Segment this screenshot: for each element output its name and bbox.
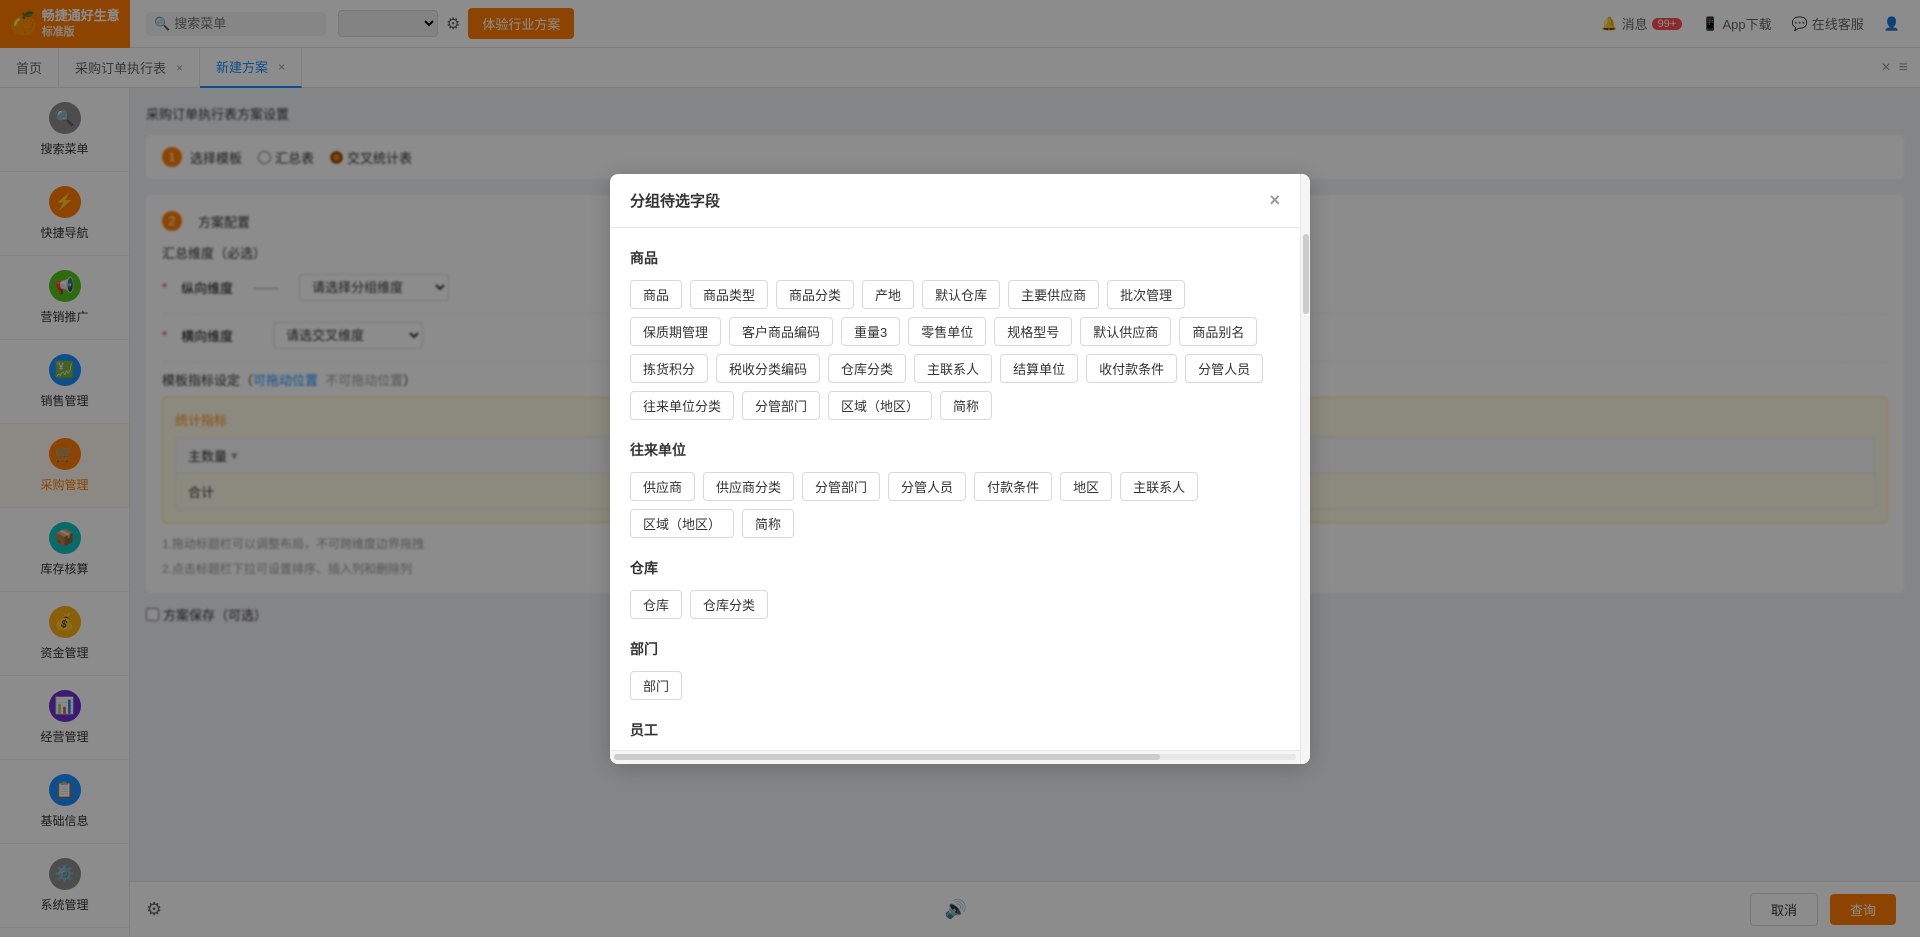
scrollbar-thumb-v — [1303, 234, 1309, 314]
modal: 分组待选字段 × 商品 商品 商品类型 商品分类 产地 默认仓库 主要供应商 批… — [610, 174, 1310, 764]
field-tag[interactable]: 保质期管理 — [630, 317, 721, 346]
dept-fields: 部门 — [630, 671, 1280, 700]
field-tag[interactable]: 客户商品编码 — [729, 317, 833, 346]
field-tag[interactable]: 商品分类 — [776, 280, 854, 309]
warehouse-fields: 仓库 仓库分类 — [630, 590, 1280, 619]
field-tag[interactable]: 主联系人 — [1120, 472, 1198, 501]
field-tag[interactable]: 拣货积分 — [630, 354, 708, 383]
section-title-dept: 部门 — [630, 639, 1280, 659]
scrollbar-thumb-h — [614, 754, 1160, 760]
field-tag[interactable]: 分管人员 — [1185, 354, 1263, 383]
field-tag[interactable]: 区域（地区） — [630, 509, 734, 538]
field-tag[interactable]: 主联系人 — [914, 354, 992, 383]
section-title-warehouse: 仓库 — [630, 558, 1280, 578]
field-tag[interactable]: 分管人员 — [888, 472, 966, 501]
modal-header: 分组待选字段 × — [610, 174, 1300, 228]
field-tag[interactable]: 部门 — [630, 671, 682, 700]
modal-h-scrollbar[interactable] — [610, 750, 1300, 764]
section-title-partners: 往来单位 — [630, 440, 1280, 460]
field-tag[interactable]: 批次管理 — [1107, 280, 1185, 309]
field-tag[interactable]: 零售单位 — [908, 317, 986, 346]
field-tag[interactable]: 仓库 — [630, 590, 682, 619]
field-tag[interactable]: 结算单位 — [1000, 354, 1078, 383]
field-tag[interactable]: 商品 — [630, 280, 682, 309]
field-tag[interactable]: 供应商分类 — [703, 472, 794, 501]
goods-fields: 商品 商品类型 商品分类 产地 默认仓库 主要供应商 批次管理 保质期管理 客户… — [630, 280, 1280, 420]
field-tag[interactable]: 付款条件 — [974, 472, 1052, 501]
modal-title: 分组待选字段 — [630, 190, 720, 211]
field-tag[interactable]: 产地 — [862, 280, 914, 309]
modal-overlay: 分组待选字段 × 商品 商品 商品类型 商品分类 产地 默认仓库 主要供应商 批… — [0, 0, 1920, 937]
modal-body: 商品 商品 商品类型 商品分类 产地 默认仓库 主要供应商 批次管理 保质期管理… — [610, 228, 1300, 750]
field-tag[interactable]: 分管部门 — [742, 391, 820, 420]
modal-close-button[interactable]: × — [1269, 191, 1280, 209]
modal-v-scrollbar[interactable] — [1300, 174, 1310, 764]
field-tag[interactable]: 简称 — [940, 391, 992, 420]
field-tag[interactable]: 收付款条件 — [1086, 354, 1177, 383]
field-tag[interactable]: 规格型号 — [994, 317, 1072, 346]
partners-fields: 供应商 供应商分类 分管部门 分管人员 付款条件 地区 主联系人 区域（地区） … — [630, 472, 1280, 538]
field-tag[interactable]: 区域（地区） — [828, 391, 932, 420]
field-tag[interactable]: 分管部门 — [802, 472, 880, 501]
section-title-employee: 员工 — [630, 720, 1280, 740]
field-tag[interactable]: 简称 — [742, 509, 794, 538]
field-tag[interactable]: 供应商 — [630, 472, 695, 501]
field-tag[interactable]: 默认仓库 — [922, 280, 1000, 309]
field-tag[interactable]: 税收分类编码 — [716, 354, 820, 383]
field-tag[interactable]: 商品别名 — [1179, 317, 1257, 346]
field-tag[interactable]: 商品类型 — [690, 280, 768, 309]
field-tag[interactable]: 地区 — [1060, 472, 1112, 501]
field-tag[interactable]: 仓库分类 — [828, 354, 906, 383]
field-tag[interactable]: 往来单位分类 — [630, 391, 734, 420]
field-tag[interactable]: 主要供应商 — [1008, 280, 1099, 309]
section-title-goods: 商品 — [630, 248, 1280, 268]
scrollbar-track — [614, 754, 1296, 760]
field-tag[interactable]: 重量3 — [841, 317, 900, 346]
field-tag[interactable]: 仓库分类 — [690, 590, 768, 619]
field-tag[interactable]: 默认供应商 — [1080, 317, 1171, 346]
